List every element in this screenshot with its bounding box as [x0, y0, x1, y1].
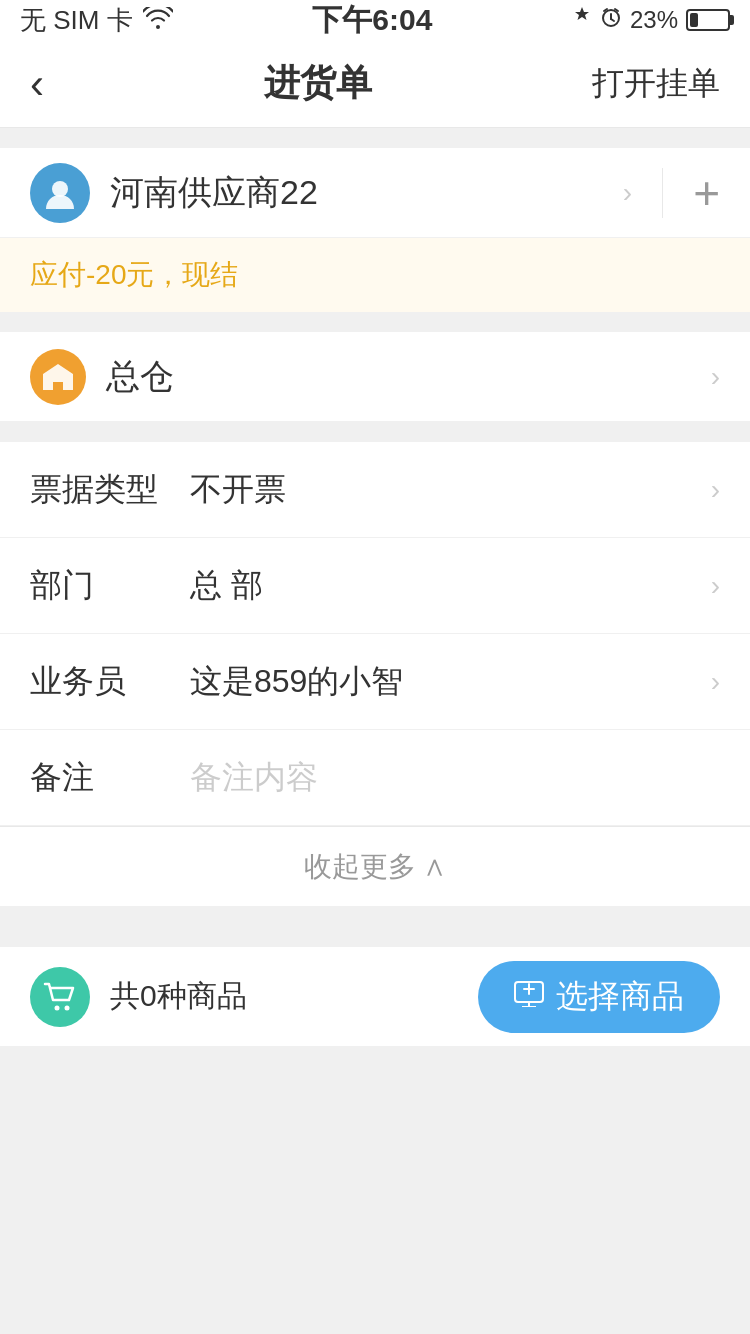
- salesperson-row[interactable]: 业务员 这是859的小智 ›: [0, 634, 750, 730]
- nav-bar: ‹ 进货单 打开挂单: [0, 40, 750, 128]
- supplier-avatar: [30, 163, 90, 223]
- vertical-divider: [662, 168, 663, 218]
- remark-label: 备注: [30, 756, 170, 800]
- invoice-type-label: 票据类型: [30, 468, 170, 512]
- mid-divider-2: [0, 422, 750, 442]
- status-time: 下午6:04: [312, 0, 432, 41]
- form-section: 票据类型 不开票 › 部门 总 部 › 业务员 这是859的小智 › 备注 备注…: [0, 442, 750, 906]
- remark-value: 备注内容: [170, 756, 720, 800]
- salesperson-label: 业务员: [30, 660, 170, 704]
- department-row[interactable]: 部门 总 部 ›: [0, 538, 750, 634]
- back-button[interactable]: ‹: [30, 60, 44, 108]
- department-value: 总 部: [170, 564, 711, 608]
- battery-icon: [686, 9, 730, 31]
- top-divider: [0, 128, 750, 148]
- product-count: 共0种商品: [110, 976, 478, 1017]
- collapse-button[interactable]: 收起更多 ∧: [0, 826, 750, 906]
- select-product-icon: [514, 980, 544, 1014]
- location-icon: [572, 6, 592, 34]
- bottom-section: 共0种商品 选择商品: [0, 946, 750, 1046]
- page-title: 进货单: [264, 59, 372, 108]
- wifi-icon: [143, 5, 173, 36]
- salesperson-chevron: ›: [711, 666, 720, 698]
- supplier-row[interactable]: 河南供应商22 › +: [0, 148, 750, 238]
- carrier-text: 无 SIM 卡: [20, 3, 133, 38]
- invoice-type-row[interactable]: 票据类型 不开票 ›: [0, 442, 750, 538]
- open-pending-button[interactable]: 打开挂单: [592, 62, 720, 106]
- svg-point-5: [52, 181, 68, 197]
- supplier-name: 河南供应商22: [110, 170, 623, 216]
- main-content: 河南供应商22 › + 应付-20元，现结 总仓 › 票据类型 不开票 ›: [0, 128, 750, 1334]
- bottom-divider: [0, 906, 750, 926]
- battery-percentage: 23%: [630, 6, 678, 34]
- status-carrier: 无 SIM 卡: [20, 3, 173, 38]
- alarm-icon: [600, 6, 622, 34]
- warehouse-name: 总仓: [106, 354, 711, 400]
- status-bar: 无 SIM 卡 下午6:04 23%: [0, 0, 750, 40]
- select-product-label: 选择商品: [556, 975, 684, 1019]
- invoice-type-chevron: ›: [711, 474, 720, 506]
- warehouse-row[interactable]: 总仓 ›: [0, 332, 750, 422]
- warehouse-chevron: ›: [711, 361, 720, 393]
- notice-banner: 应付-20元，现结: [0, 238, 750, 312]
- notice-text: 应付-20元，现结: [30, 259, 238, 290]
- status-icons: 23%: [572, 6, 730, 34]
- select-product-button[interactable]: 选择商品: [478, 961, 720, 1033]
- department-label: 部门: [30, 564, 170, 608]
- cart-icon: [30, 967, 90, 1027]
- supplier-chevron: ›: [623, 177, 632, 209]
- invoice-type-value: 不开票: [170, 468, 711, 512]
- warehouse-icon: [30, 349, 86, 405]
- remark-row[interactable]: 备注 备注内容: [0, 730, 750, 826]
- add-supplier-button[interactable]: +: [693, 170, 720, 216]
- collapse-text: 收起更多 ∧: [304, 848, 447, 886]
- svg-point-6: [55, 1005, 60, 1010]
- department-chevron: ›: [711, 570, 720, 602]
- svg-point-7: [65, 1005, 70, 1010]
- mid-divider-1: [0, 312, 750, 332]
- svg-line-2: [611, 19, 614, 21]
- salesperson-value: 这是859的小智: [170, 660, 711, 704]
- supplier-section: 河南供应商22 › + 应付-20元，现结: [0, 148, 750, 312]
